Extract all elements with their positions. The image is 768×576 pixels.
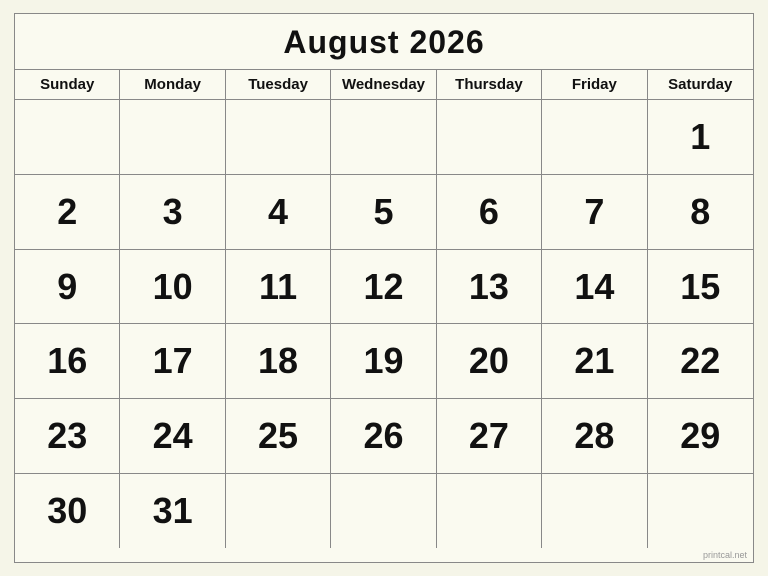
day-13: 13 bbox=[437, 250, 542, 324]
watermark: printcal.net bbox=[15, 548, 753, 562]
day-24: 24 bbox=[120, 399, 225, 473]
day-22: 22 bbox=[648, 324, 753, 398]
header-cell-tuesday: Tuesday bbox=[226, 70, 331, 99]
week-row-2: 9101112131415 bbox=[15, 250, 753, 325]
day-5: 5 bbox=[331, 175, 436, 249]
day-3: 3 bbox=[120, 175, 225, 249]
day-19: 19 bbox=[331, 324, 436, 398]
day-empty-0-3 bbox=[331, 100, 436, 174]
calendar: August 2026 SundayMondayTuesdayWednesday… bbox=[14, 13, 754, 563]
day-4: 4 bbox=[226, 175, 331, 249]
day-empty-5-4 bbox=[437, 474, 542, 548]
header-cell-saturday: Saturday bbox=[648, 70, 753, 99]
day-6: 6 bbox=[437, 175, 542, 249]
week-row-5: 3031 bbox=[15, 474, 753, 548]
header-cell-wednesday: Wednesday bbox=[331, 70, 436, 99]
day-empty-0-1 bbox=[120, 100, 225, 174]
day-15: 15 bbox=[648, 250, 753, 324]
day-10: 10 bbox=[120, 250, 225, 324]
calendar-grid: SundayMondayTuesdayWednesdayThursdayFrid… bbox=[15, 69, 753, 548]
header-row: SundayMondayTuesdayWednesdayThursdayFrid… bbox=[15, 70, 753, 100]
day-empty-0-2 bbox=[226, 100, 331, 174]
day-20: 20 bbox=[437, 324, 542, 398]
day-7: 7 bbox=[542, 175, 647, 249]
day-30: 30 bbox=[15, 474, 120, 548]
day-14: 14 bbox=[542, 250, 647, 324]
week-row-0: 1 bbox=[15, 100, 753, 175]
header-cell-monday: Monday bbox=[120, 70, 225, 99]
day-26: 26 bbox=[331, 399, 436, 473]
week-row-3: 16171819202122 bbox=[15, 324, 753, 399]
day-2: 2 bbox=[15, 175, 120, 249]
day-28: 28 bbox=[542, 399, 647, 473]
week-row-1: 2345678 bbox=[15, 175, 753, 250]
header-cell-sunday: Sunday bbox=[15, 70, 120, 99]
day-11: 11 bbox=[226, 250, 331, 324]
day-18: 18 bbox=[226, 324, 331, 398]
weeks-container: 1234567891011121314151617181920212223242… bbox=[15, 100, 753, 548]
header-cell-friday: Friday bbox=[542, 70, 647, 99]
day-empty-5-2 bbox=[226, 474, 331, 548]
calendar-title: August 2026 bbox=[15, 14, 753, 69]
day-empty-5-6 bbox=[648, 474, 753, 548]
day-25: 25 bbox=[226, 399, 331, 473]
day-empty-5-3 bbox=[331, 474, 436, 548]
week-row-4: 23242526272829 bbox=[15, 399, 753, 474]
day-29: 29 bbox=[648, 399, 753, 473]
day-empty-0-5 bbox=[542, 100, 647, 174]
day-empty-5-5 bbox=[542, 474, 647, 548]
day-empty-0-4 bbox=[437, 100, 542, 174]
day-8: 8 bbox=[648, 175, 753, 249]
day-1: 1 bbox=[648, 100, 753, 174]
header-cell-thursday: Thursday bbox=[437, 70, 542, 99]
day-12: 12 bbox=[331, 250, 436, 324]
day-17: 17 bbox=[120, 324, 225, 398]
day-27: 27 bbox=[437, 399, 542, 473]
day-21: 21 bbox=[542, 324, 647, 398]
day-empty-0-0 bbox=[15, 100, 120, 174]
day-16: 16 bbox=[15, 324, 120, 398]
day-23: 23 bbox=[15, 399, 120, 473]
day-9: 9 bbox=[15, 250, 120, 324]
day-31: 31 bbox=[120, 474, 225, 548]
